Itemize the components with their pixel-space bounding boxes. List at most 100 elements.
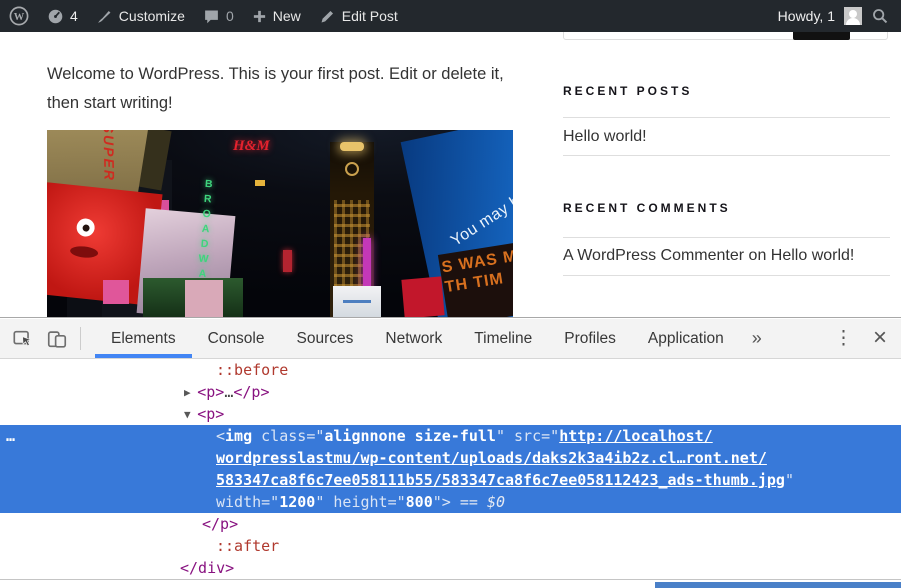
new-label: New: [273, 8, 301, 24]
edit-post-menu[interactable]: Edit Post: [310, 0, 407, 32]
devtools-tree-line[interactable]: ::after: [0, 535, 901, 557]
comments-menu[interactable]: 0: [194, 0, 243, 32]
code-token-tag: </div>: [180, 559, 234, 577]
code-token-plain: ": [315, 493, 333, 511]
comment-bubble-icon: [203, 8, 220, 25]
code-token-plain: =": [541, 427, 559, 445]
search-icon[interactable]: [871, 7, 889, 25]
devtools-footer: [0, 579, 901, 588]
devtools-panel: ElementsConsoleSourcesNetworkTimelinePro…: [0, 317, 901, 588]
code-token-attr: class: [261, 427, 306, 445]
tree-expander-arrow-icon[interactable]: ▼: [184, 408, 197, 421]
code-token-dollar: $0: [487, 493, 505, 511]
customize-menu[interactable]: Customize: [87, 0, 194, 32]
customize-label: Customize: [119, 8, 185, 24]
svg-text:W: W: [14, 12, 25, 23]
tab-elements[interactable]: Elements: [95, 319, 192, 358]
code-token-tag: </p>: [202, 515, 238, 533]
pencil-icon: [319, 8, 336, 25]
post-intro-paragraph: Welcome to WordPress. This is your first…: [47, 60, 525, 118]
wp-logo-menu[interactable]: W: [0, 0, 38, 32]
wordpress-page-with-devtools: W 4 Customize 0: [0, 0, 901, 588]
devtools-tree-line[interactable]: ▶ <p>…</p>: [0, 381, 901, 403]
devtools-toolbar: ElementsConsoleSourcesNetworkTimelinePro…: [0, 319, 901, 359]
code-token-link: http://localhost/: [559, 427, 713, 445]
divider: [563, 237, 890, 238]
devtools-selected-node-line[interactable]: 583347ca8f6c7ee058111b55/583347ca8f6c7ee…: [0, 469, 901, 491]
tab-console[interactable]: Console: [192, 319, 281, 358]
recent-posts-heading: RECENT POSTS: [563, 84, 692, 98]
tab-timeline[interactable]: Timeline: [458, 319, 548, 358]
tree-expander-arrow-icon[interactable]: ▶: [184, 386, 197, 399]
new-content-menu[interactable]: New: [243, 0, 310, 32]
code-token-val: 1200: [279, 493, 315, 511]
code-token-tag: </p>: [233, 383, 269, 401]
code-token-val: alignnone size-full: [324, 427, 496, 445]
comment-author-link[interactable]: A WordPress Commenter: [563, 247, 744, 264]
site-content: Welcome to WordPress. This is your first…: [0, 32, 901, 317]
inspect-element-button[interactable]: [6, 319, 40, 358]
updates-gauge-icon: [47, 8, 64, 25]
code-token-tagsel: img: [225, 427, 252, 445]
avatar[interactable]: [844, 7, 862, 25]
code-token-bracket: <: [216, 427, 225, 445]
code-token-plain: ">: [433, 493, 460, 511]
devtools-selected-node-line[interactable]: width="1200" height="800"> == $0: [0, 491, 901, 513]
devtools-tab-bar: ElementsConsoleSourcesNetworkTimelinePro…: [95, 319, 740, 358]
more-tabs-button[interactable]: »: [740, 319, 774, 358]
code-token-attr: src: [514, 427, 541, 445]
howdy-account-label[interactable]: Howdy, 1: [778, 8, 835, 24]
devtools-selected-node-line[interactable]: wordpresslastmu/wp-content/uploads/daks2…: [0, 447, 901, 469]
toggle-device-toolbar-button[interactable]: [40, 319, 74, 358]
code-token-plain: ": [785, 471, 794, 489]
footer-blue-scrollbar[interactable]: [655, 582, 901, 588]
recent-comment-item: A WordPress Commenter on Hello world!: [563, 247, 854, 265]
comment-post-link[interactable]: Hello world!: [771, 247, 855, 264]
divider: [563, 155, 890, 156]
code-token-link: 583347ca8f6c7ee058111b55/583347ca8f6c7ee…: [216, 471, 785, 489]
code-token-pseudo: ::after: [216, 537, 279, 555]
devtools-tree-line[interactable]: </div>: [0, 557, 901, 579]
devtools-tree-line[interactable]: </p>: [0, 513, 901, 535]
photo-blue-billboard-text: You may have ju: [448, 167, 513, 250]
brush-icon: [96, 8, 113, 25]
devtools-tree-line[interactable]: ▼ <p>: [0, 403, 901, 425]
tab-sources[interactable]: Sources: [281, 319, 370, 358]
divider: [563, 275, 890, 276]
devtools-menu-kebab-icon[interactable]: ⋮: [820, 327, 867, 350]
elements-tree: ::before▶ <p>…</p>▼ <p>…<img class="alig…: [0, 359, 901, 579]
edit-post-label: Edit Post: [342, 8, 398, 24]
devtools-close-icon[interactable]: ×: [867, 324, 901, 354]
code-token-eq: ==: [460, 493, 487, 511]
comment-connector: on: [744, 247, 771, 264]
photo-hm-sign: H&M: [233, 138, 270, 155]
recent-post-item: Hello world!: [563, 128, 647, 146]
code-token-val: 800: [406, 493, 433, 511]
toolbar-divider: [80, 327, 81, 350]
code-token-plain: =": [306, 427, 324, 445]
tab-application[interactable]: Application: [632, 319, 740, 358]
code-token-tag: <p>: [197, 383, 224, 401]
code-token-pseudo: ::before: [216, 361, 288, 379]
code-token-plain: =": [261, 493, 279, 511]
tab-profiles[interactable]: Profiles: [548, 319, 632, 358]
comments-count: 0: [226, 8, 234, 24]
devtools-selected-node-line[interactable]: …<img class="alignnone size-full" src="h…: [0, 425, 901, 447]
wp-admin-bar: W 4 Customize 0: [0, 0, 901, 32]
code-token-tag: <p>: [197, 405, 224, 423]
devtools-tree-line[interactable]: ::before: [0, 359, 901, 381]
divider: [563, 117, 890, 118]
code-token-attr: height: [333, 493, 387, 511]
updates-menu[interactable]: 4: [38, 0, 87, 32]
updates-count: 4: [70, 8, 78, 24]
code-token-plain: ": [496, 427, 514, 445]
post-image[interactable]: SUPER BROADWAY H&M You may h: [47, 130, 513, 317]
inspect-cursor-icon: [12, 328, 34, 350]
code-token-plain: [252, 427, 261, 445]
code-token-plain: =": [388, 493, 406, 511]
wordpress-logo-icon: W: [9, 6, 29, 26]
recent-post-link[interactable]: Hello world!: [563, 128, 647, 145]
code-token-link: wordpresslastmu/wp-content/uploads/daks2…: [216, 449, 767, 467]
recent-comments-heading: RECENT COMMENTS: [563, 201, 731, 215]
tab-network[interactable]: Network: [369, 319, 458, 358]
